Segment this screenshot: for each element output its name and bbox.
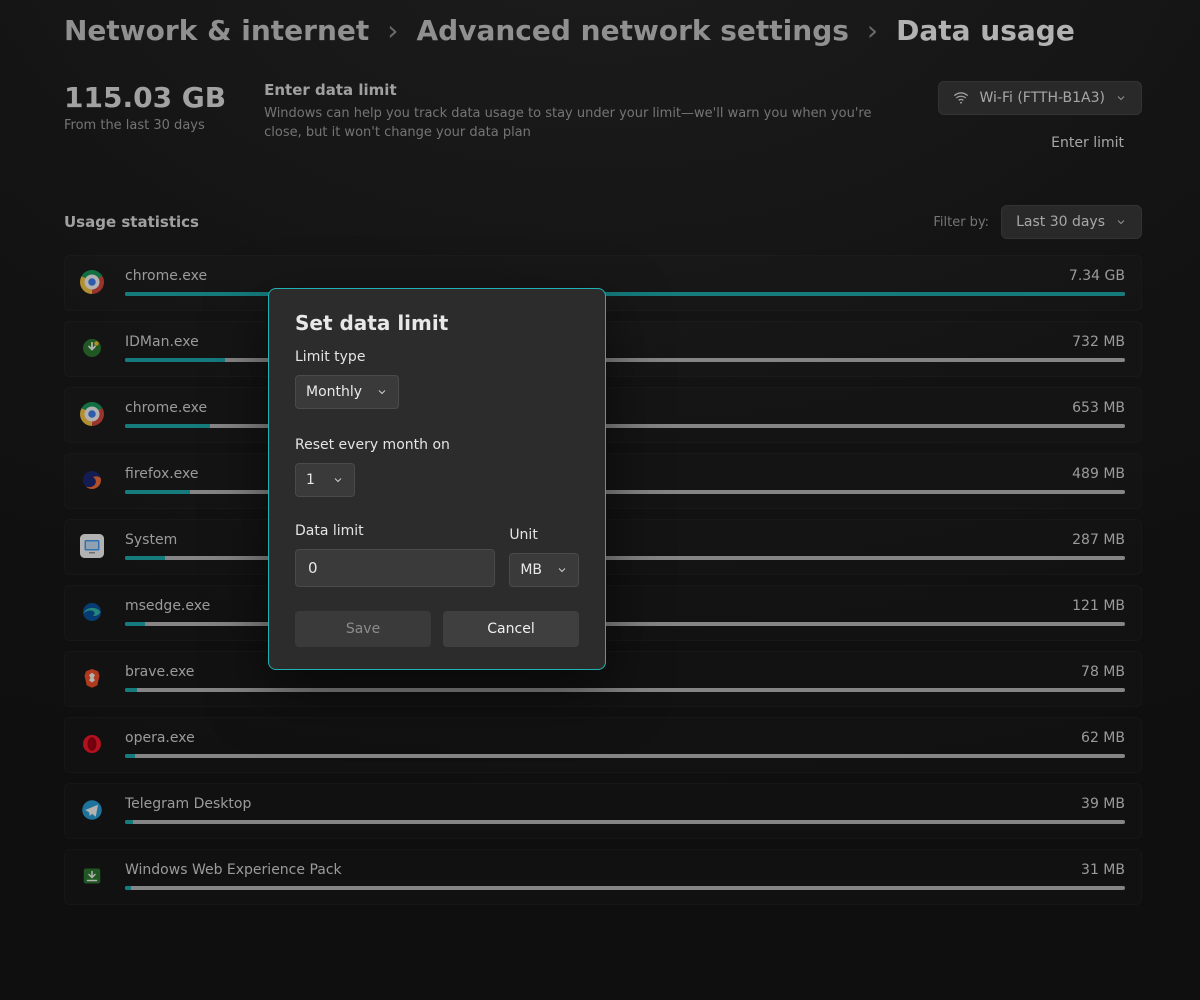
limit-type-value: Monthly	[306, 384, 362, 400]
data-limit-input[interactable]	[306, 558, 484, 578]
save-button[interactable]: Save	[295, 611, 431, 647]
reset-day-select[interactable]: 1	[295, 463, 355, 497]
set-data-limit-dialog: Set data limit Limit type Monthly Reset …	[268, 288, 606, 670]
reset-day-value: 1	[306, 472, 315, 488]
data-limit-label: Data limit	[295, 523, 495, 539]
unit-value: MB	[520, 562, 542, 578]
cancel-button[interactable]: Cancel	[443, 611, 579, 647]
chevron-down-icon	[332, 474, 344, 486]
limit-type-label: Limit type	[295, 349, 579, 365]
chevron-down-icon	[376, 386, 388, 398]
chevron-down-icon	[556, 564, 568, 576]
reset-day-label: Reset every month on	[295, 437, 579, 453]
unit-select[interactable]: MB	[509, 553, 579, 587]
dialog-title: Set data limit	[295, 311, 579, 335]
unit-label: Unit	[509, 527, 579, 543]
limit-type-select[interactable]: Monthly	[295, 375, 399, 409]
data-limit-input-wrap[interactable]	[295, 549, 495, 587]
